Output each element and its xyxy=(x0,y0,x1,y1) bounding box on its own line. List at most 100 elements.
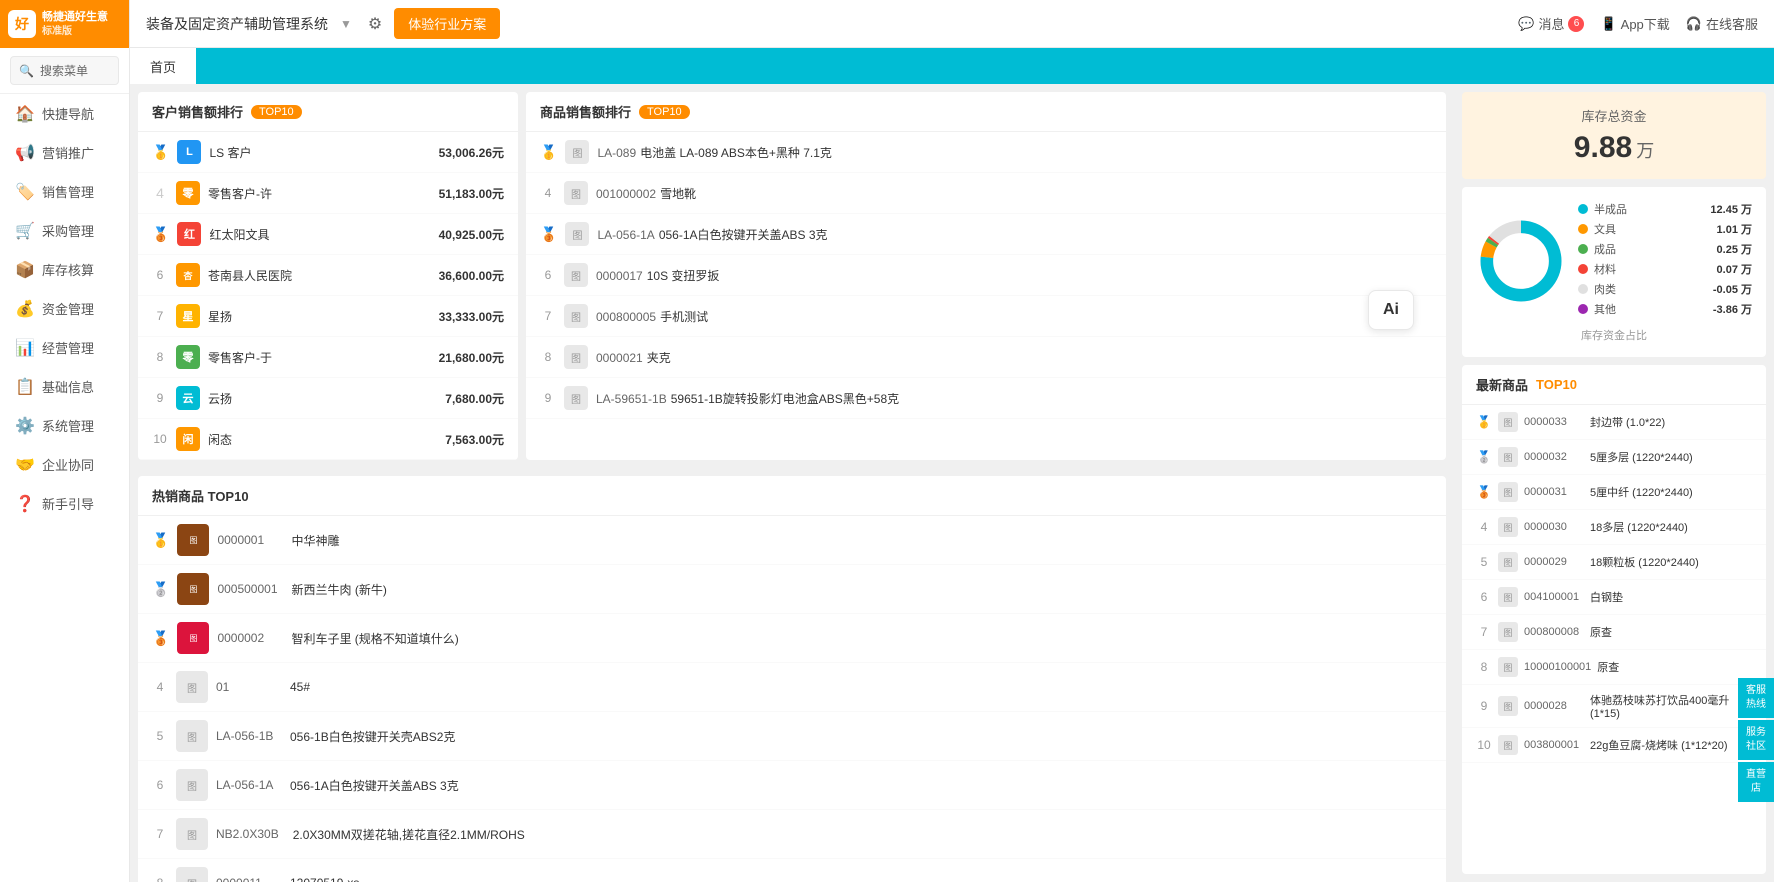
settings-icon[interactable]: ⚙ xyxy=(368,14,382,34)
home-icon: 🏠 xyxy=(16,105,34,123)
customer-rank-panel: 客户销售额排行 TOP10 🥇 L LS 客户 53,006.26元 4 零 零… xyxy=(138,92,518,460)
rank-number: 4 xyxy=(1476,520,1492,534)
search-menu-button[interactable]: 🔍 搜索菜单 xyxy=(10,56,119,85)
avatar: 云 xyxy=(176,386,200,410)
product-rank-badge: TOP10 xyxy=(639,105,690,119)
trial-btn[interactable]: 体验行业方案 xyxy=(394,8,500,39)
service-community-btn[interactable]: 服务 社区 xyxy=(1738,720,1774,760)
sidebar-item-quick-nav[interactable]: 🏠 快捷导航 xyxy=(0,94,129,133)
latest-products-header: 最新商品 TOP10 xyxy=(1462,365,1766,405)
medal-bronze-icon: 🥉 xyxy=(540,226,557,243)
floating-buttons: 客服 热线 服务 社区 直营 店 xyxy=(1738,678,1774,802)
rank-number: 10 xyxy=(152,432,168,446)
sidebar-item-purchase[interactable]: 🛒 采购管理 xyxy=(0,211,129,250)
avatar: 零 xyxy=(176,181,200,205)
chart-legend: 半成品 12.45 万 文具 1.01 万 成品 0.25 万 xyxy=(1578,201,1752,321)
rank-number: 🥉 xyxy=(1476,485,1492,499)
sidebar-item-sales[interactable]: 🏷️ 销售管理 xyxy=(0,172,129,211)
table-row: 8 图 0000021夹克 xyxy=(526,337,1446,378)
list-item: 🥇 图 0000001 中华神雕 xyxy=(138,516,1446,565)
list-item: 5 图 LA-056-1B 056-1B白色按键开关壳ABS2克 xyxy=(138,712,1446,761)
rank-number: 7 xyxy=(1476,625,1492,639)
product-thumbnail: 图 xyxy=(177,524,209,556)
system-title: 装备及固定资产辅助管理系统 xyxy=(146,14,328,34)
enterprise-icon: 🤝 xyxy=(16,456,34,474)
rank-number: 8 xyxy=(540,350,556,364)
list-item: 🥈 图 0000032 5厘多层 (1220*2440) xyxy=(1462,440,1766,475)
table-row: 6 杏 苍南县人民医院 36,600.00元 xyxy=(138,255,518,296)
product-icon: 图 xyxy=(1498,447,1518,467)
headset-icon: 🎧 xyxy=(1686,16,1702,32)
table-row: 9 云 云扬 7,680.00元 xyxy=(138,378,518,419)
legend-item: 成品 0.25 万 xyxy=(1578,241,1752,257)
product-rank-header: 商品销售额排行 TOP10 xyxy=(526,92,1446,132)
product-thumbnail: 图 xyxy=(176,818,208,850)
dropdown-arrow-icon[interactable]: ▼ xyxy=(340,17,352,31)
sidebar-item-marketing[interactable]: 📢 营销推广 xyxy=(0,133,129,172)
tab-home[interactable]: 首页 xyxy=(130,48,196,84)
sidebar-item-system[interactable]: ⚙️ 系统管理 xyxy=(0,406,129,445)
legend-dot xyxy=(1578,304,1588,314)
product-thumbnail: 图 xyxy=(176,867,208,882)
product-icon: 图 xyxy=(1498,735,1518,755)
list-item: 10 图 003800001 22g鱼豆腐-烧烤味 (1*12*20) xyxy=(1462,728,1766,763)
table-row: 7 图 000800005手机测试 xyxy=(526,296,1446,337)
message-icon: 💬 xyxy=(1518,16,1534,32)
sidebar-item-enterprise[interactable]: 🤝 企业协同 xyxy=(0,445,129,484)
ai-card[interactable]: Ai xyxy=(1368,290,1414,330)
rank-number: 7 xyxy=(152,827,168,841)
product-rank-panel: 商品销售额排行 TOP10 🥇 图 LA-089电池盖 LA-089 ABS本色… xyxy=(526,92,1446,460)
direct-store-btn[interactable]: 直营 店 xyxy=(1738,762,1774,802)
medal-gold-icon: 🥇 xyxy=(152,144,169,161)
donut-chart xyxy=(1476,216,1566,306)
avatar: 红 xyxy=(177,222,201,246)
message-badge: 6 xyxy=(1568,16,1584,32)
right-panel: 库存总资金 9.88 万 xyxy=(1454,84,1774,882)
hot-products-title: 热销商品 TOP10 xyxy=(152,486,249,505)
avatar: 星 xyxy=(176,304,200,328)
medal-gold-icon: 🥇 xyxy=(152,532,169,549)
main-container: 装备及固定资产辅助管理系统 ▼ ⚙ 体验行业方案 💬 消息 6 📱 App下载 … xyxy=(130,0,1774,882)
marketing-icon: 📢 xyxy=(16,144,34,162)
sidebar-item-inventory[interactable]: 📦 库存核算 xyxy=(0,250,129,289)
rank-number: 8 xyxy=(152,350,168,364)
sidebar-logo: 好 畅捷通好生意 标准版 xyxy=(0,0,129,48)
hot-products-header: 热销商品 TOP10 xyxy=(138,476,1446,516)
sidebar-nav: 🏠 快捷导航 📢 营销推广 🏷️ 销售管理 🛒 采购管理 📦 库存核算 💰 资金… xyxy=(0,94,129,882)
rank-number: 9 xyxy=(540,391,556,405)
customer-service-btn[interactable]: 客服 热线 xyxy=(1738,678,1774,718)
rank-number: 6 xyxy=(152,778,168,792)
product-rank-title: 商品销售额排行 xyxy=(540,102,631,121)
inventory-total-panel: 库存总资金 9.88 万 xyxy=(1462,92,1766,179)
message-btn[interactable]: 💬 消息 6 xyxy=(1518,14,1584,33)
list-item: 6 图 LA-056-1A 056-1A白色按键开关盖ABS 3克 xyxy=(138,761,1446,810)
avatar: 零 xyxy=(176,345,200,369)
topbar-right: 💬 消息 6 📱 App下载 🎧 在线客服 xyxy=(1518,14,1758,33)
product-icon: 图 xyxy=(1498,657,1518,677)
sidebar-item-finance[interactable]: 💰 资金管理 xyxy=(0,289,129,328)
legend-item: 文具 1.01 万 xyxy=(1578,221,1752,237)
medal-silver-icon: 🥈 xyxy=(152,581,169,598)
rank-number: 4 xyxy=(152,185,168,201)
table-row: 8 零 零售客户-于 21,680.00元 xyxy=(138,337,518,378)
rank-number: 5 xyxy=(1476,555,1492,569)
rank-number: 6 xyxy=(540,268,556,282)
online-service-btn[interactable]: 🎧 在线客服 xyxy=(1686,14,1758,33)
latest-products-panel: 最新商品 TOP10 🥇 图 0000033 封边带 (1.0*22) 🥈 图 … xyxy=(1462,365,1766,874)
inventory-total-value: 9.88 xyxy=(1574,131,1632,165)
table-row: 9 图 LA-59651-1B59651-1B旋转投影灯电池盒ABS黑色+58克 xyxy=(526,378,1446,419)
product-icon: 图 xyxy=(1498,696,1518,716)
product-thumbnail: 图 xyxy=(177,573,209,605)
product-icon: 图 xyxy=(1498,622,1518,642)
sidebar-item-basic-info[interactable]: 📋 基础信息 xyxy=(0,367,129,406)
sidebar-item-operation[interactable]: 📊 经营管理 xyxy=(0,328,129,367)
product-icon: 图 xyxy=(1498,482,1518,502)
app-download-btn[interactable]: 📱 App下载 xyxy=(1600,14,1669,33)
rank-number: 8 xyxy=(1476,660,1492,674)
legend-dot xyxy=(1578,204,1588,214)
rank-number: 4 xyxy=(540,186,556,200)
product-thumbnail: 图 xyxy=(176,720,208,752)
sidebar-item-guide[interactable]: ❓ 新手引导 xyxy=(0,484,129,523)
list-item: 8 图 10000100001 原查 xyxy=(1462,650,1766,685)
product-icon: 图 xyxy=(564,386,588,410)
